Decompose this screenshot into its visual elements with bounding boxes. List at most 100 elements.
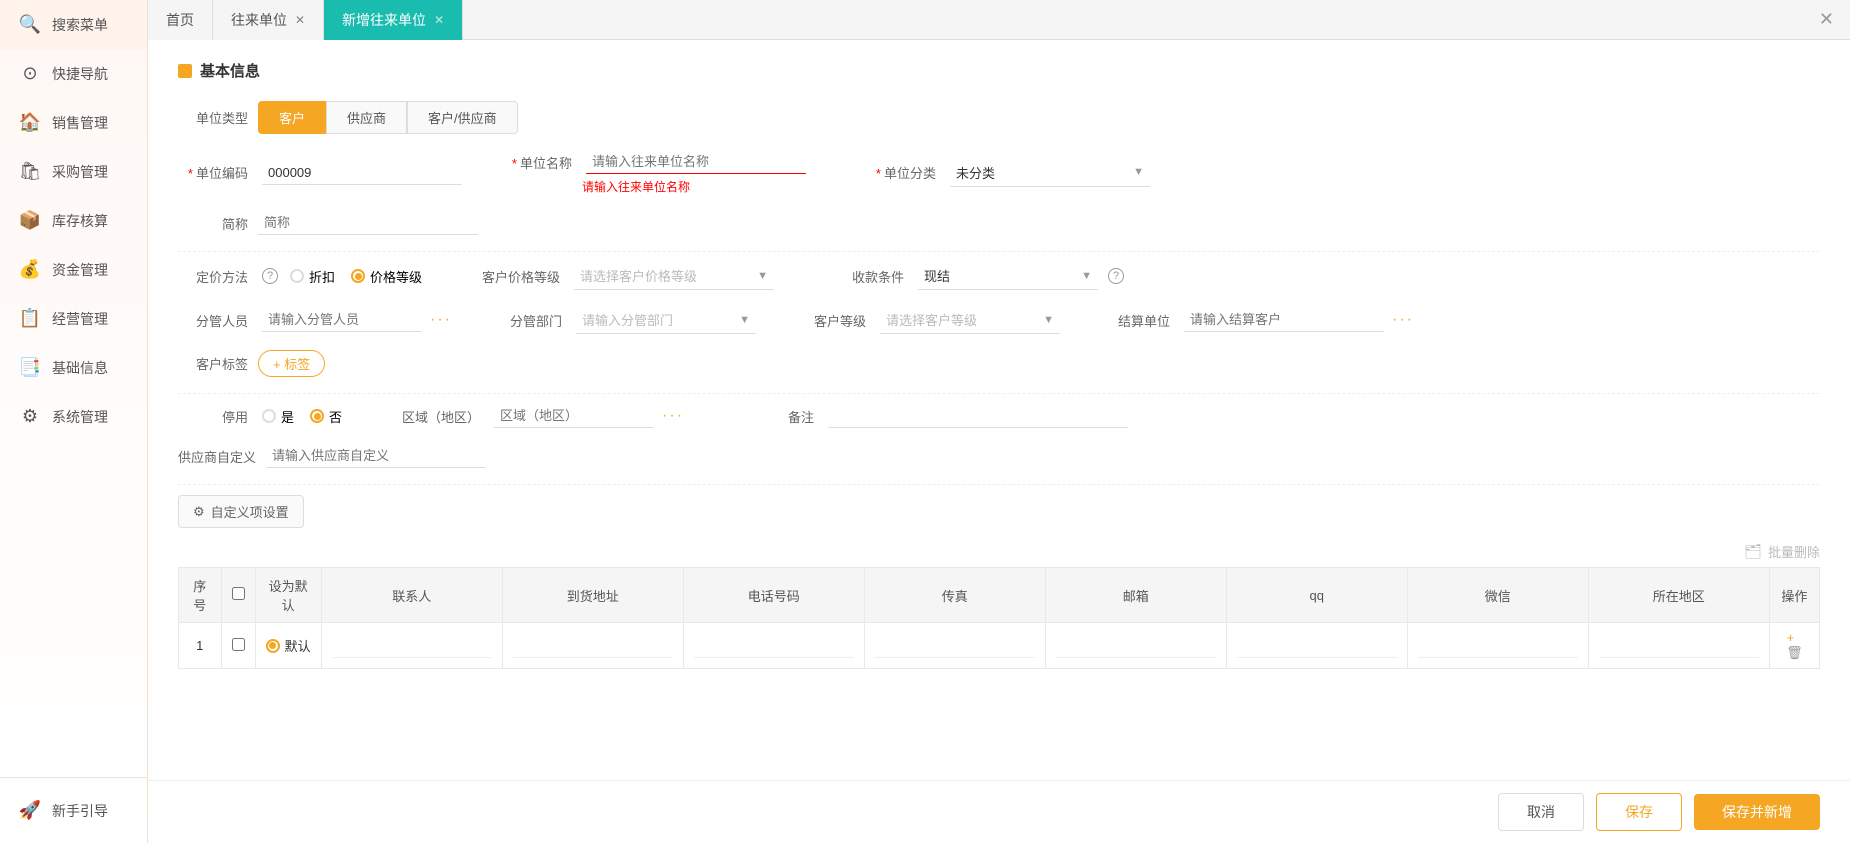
sidebar-label-system: 系统管理 (52, 407, 108, 427)
row-default[interactable]: 默认 (255, 623, 321, 669)
row-contact[interactable] (321, 623, 502, 669)
sidebar-item-inventory[interactable]: 📦 库存核算 (0, 196, 147, 245)
select-all-checkbox[interactable] (232, 587, 245, 600)
row-address[interactable] (502, 623, 683, 669)
col-wechat: 微信 (1407, 568, 1588, 623)
settlement-more-icon[interactable]: ··· (1392, 311, 1414, 329)
pricing-radio-discount[interactable]: 折扣 (290, 267, 335, 286)
sidebar-item-sales[interactable]: 🏠 销售管理 (0, 98, 147, 147)
email-input[interactable] (1056, 634, 1216, 658)
row-fax[interactable] (864, 623, 1045, 669)
sidebar-item-quicknav[interactable]: ⊙ 快捷导航 (0, 49, 147, 98)
shortname-input[interactable] (258, 211, 478, 235)
batch-delete-icon: 🗂 (1744, 543, 1762, 560)
sidebar-item-finance[interactable]: 💰 资金管理 (0, 245, 147, 294)
basic-icon: 📑 (18, 357, 42, 378)
contacts-table: 序号 设为默认 联系人 到货地址 电话号码 传真 邮箱 qq 微信 所在地区 操… (178, 567, 1820, 669)
disabled-no-label: 否 (329, 407, 342, 426)
custom-settings-button[interactable]: ⚙ 自定义项设置 (178, 495, 304, 528)
region-input[interactable] (494, 404, 654, 428)
unit-category-select[interactable]: 未分类 ▼ (950, 159, 1150, 187)
fax-input[interactable] (875, 634, 1035, 658)
manager-more-icon[interactable]: ··· (430, 311, 452, 329)
pricing-radio-level[interactable]: 价格等级 (351, 267, 422, 286)
row-region[interactable] (1588, 623, 1769, 669)
tab-contacts-close[interactable]: ✕ (295, 13, 305, 27)
pricing-discount-label: 折扣 (309, 267, 335, 286)
sidebar-label-guide: 新手引导 (52, 801, 108, 821)
disabled-yes[interactable]: 是 (262, 407, 294, 426)
settlement-field: 结算单位 ··· (1100, 308, 1414, 332)
disabled-field: 停用 是 否 (178, 407, 342, 426)
save-button[interactable]: 保存 (1596, 793, 1682, 831)
add-row-icon[interactable]: + (1787, 630, 1795, 645)
unit-name-input[interactable] (586, 150, 806, 174)
contact-input[interactable] (332, 634, 492, 658)
customer-level-field: 客户等级 请选择客户等级 ▼ (796, 306, 1060, 334)
payment-select[interactable]: 现结 ▼ (918, 262, 1098, 290)
type-btn-customer[interactable]: 客户 (258, 101, 326, 134)
disabled-region-row: 停用 是 否 区域（地区） ··· 备注 (178, 404, 1820, 428)
wechat-input[interactable] (1418, 634, 1578, 658)
customer-price-label: 客户价格等级 (482, 267, 570, 286)
region-more-icon[interactable]: ··· (662, 407, 684, 425)
tab-home[interactable]: 首页 (148, 0, 213, 40)
cancel-button[interactable]: 取消 (1498, 793, 1584, 831)
unit-category-label: 单位分类 (866, 163, 946, 182)
tab-new-contact[interactable]: 新增往来单位 ✕ (324, 0, 463, 40)
delete-row-icon[interactable]: 🗑 (1786, 645, 1803, 660)
col-fax: 传真 (864, 568, 1045, 623)
type-btn-both[interactable]: 客户/供应商 (407, 101, 518, 134)
row-checkbox[interactable] (232, 638, 245, 651)
tabbar-close-all[interactable]: ✕ (1803, 9, 1850, 30)
unit-code-input[interactable] (262, 161, 462, 185)
batch-delete-label[interactable]: 批量删除 (1768, 542, 1820, 561)
row-wechat[interactable] (1407, 623, 1588, 669)
customer-level-select[interactable]: 请选择客户等级 ▼ (880, 306, 1060, 334)
save-new-button[interactable]: 保存并新增 (1694, 794, 1820, 830)
sidebar-item-ops[interactable]: 📋 经营管理 (0, 294, 147, 343)
payment-help-icon[interactable]: ? (1108, 268, 1124, 284)
manager-label: 分管人员 (178, 311, 258, 330)
add-tag-button[interactable]: + 标签 (258, 350, 325, 377)
row-seq: 1 (179, 623, 222, 669)
qq-input[interactable] (1237, 634, 1397, 658)
address-input[interactable] (513, 634, 673, 658)
manager-input[interactable] (262, 308, 422, 332)
note-label: 备注 (744, 407, 824, 426)
pricing-row: 定价方法 ? 折扣 价格等级 客户价格等级 请选择客户价格等级 (178, 262, 1820, 290)
tab-home-label: 首页 (166, 10, 194, 30)
settlement-input[interactable] (1184, 308, 1384, 332)
sidebar-item-purchase[interactable]: 🛍 采购管理 (0, 147, 147, 196)
settlement-label: 结算单位 (1100, 311, 1180, 330)
supplier-custom-input[interactable] (266, 444, 486, 468)
customer-level-label: 客户等级 (796, 311, 876, 330)
unit-category-field: 单位分类 未分类 ▼ (866, 159, 1150, 187)
tab-contacts-label: 往来单位 (231, 10, 287, 30)
pricing-help-icon[interactable]: ? (262, 268, 278, 284)
tab-contacts[interactable]: 往来单位 ✕ (213, 0, 324, 40)
row-check[interactable] (221, 623, 255, 669)
default-radio[interactable]: 默认 (266, 636, 311, 655)
row-phone[interactable] (683, 623, 864, 669)
sidebar-item-system[interactable]: ⚙ 系统管理 (0, 392, 147, 441)
sidebar-item-search[interactable]: 🔍 搜索菜单 (0, 0, 147, 49)
gear-icon: ⚙ (193, 504, 205, 520)
row-email[interactable] (1045, 623, 1226, 669)
disabled-no[interactable]: 否 (310, 407, 342, 426)
tab-new-contact-close[interactable]: ✕ (434, 13, 444, 27)
customer-price-select[interactable]: 请选择客户价格等级 ▼ (574, 262, 774, 290)
region-table-input[interactable] (1599, 634, 1759, 658)
department-select[interactable]: 请输入分管部门 ▼ (576, 306, 756, 334)
sidebar-item-guide[interactable]: 🚀 新手引导 (0, 786, 147, 835)
shortname-label: 简称 (178, 214, 258, 233)
type-btn-supplier[interactable]: 供应商 (326, 101, 407, 134)
payment-arrow: ▼ (1081, 270, 1092, 282)
manager-row: 分管人员 ··· 分管部门 请输入分管部门 ▼ 客户等级 请选择客户等级 ▼ 结… (178, 306, 1820, 334)
note-input[interactable] (828, 404, 1128, 428)
row-qq[interactable] (1226, 623, 1407, 669)
sidebar-item-basic[interactable]: 📑 基础信息 (0, 343, 147, 392)
phone-input[interactable] (694, 634, 854, 658)
section-icon (178, 64, 192, 78)
sidebar-label-search: 搜索菜单 (52, 15, 108, 35)
